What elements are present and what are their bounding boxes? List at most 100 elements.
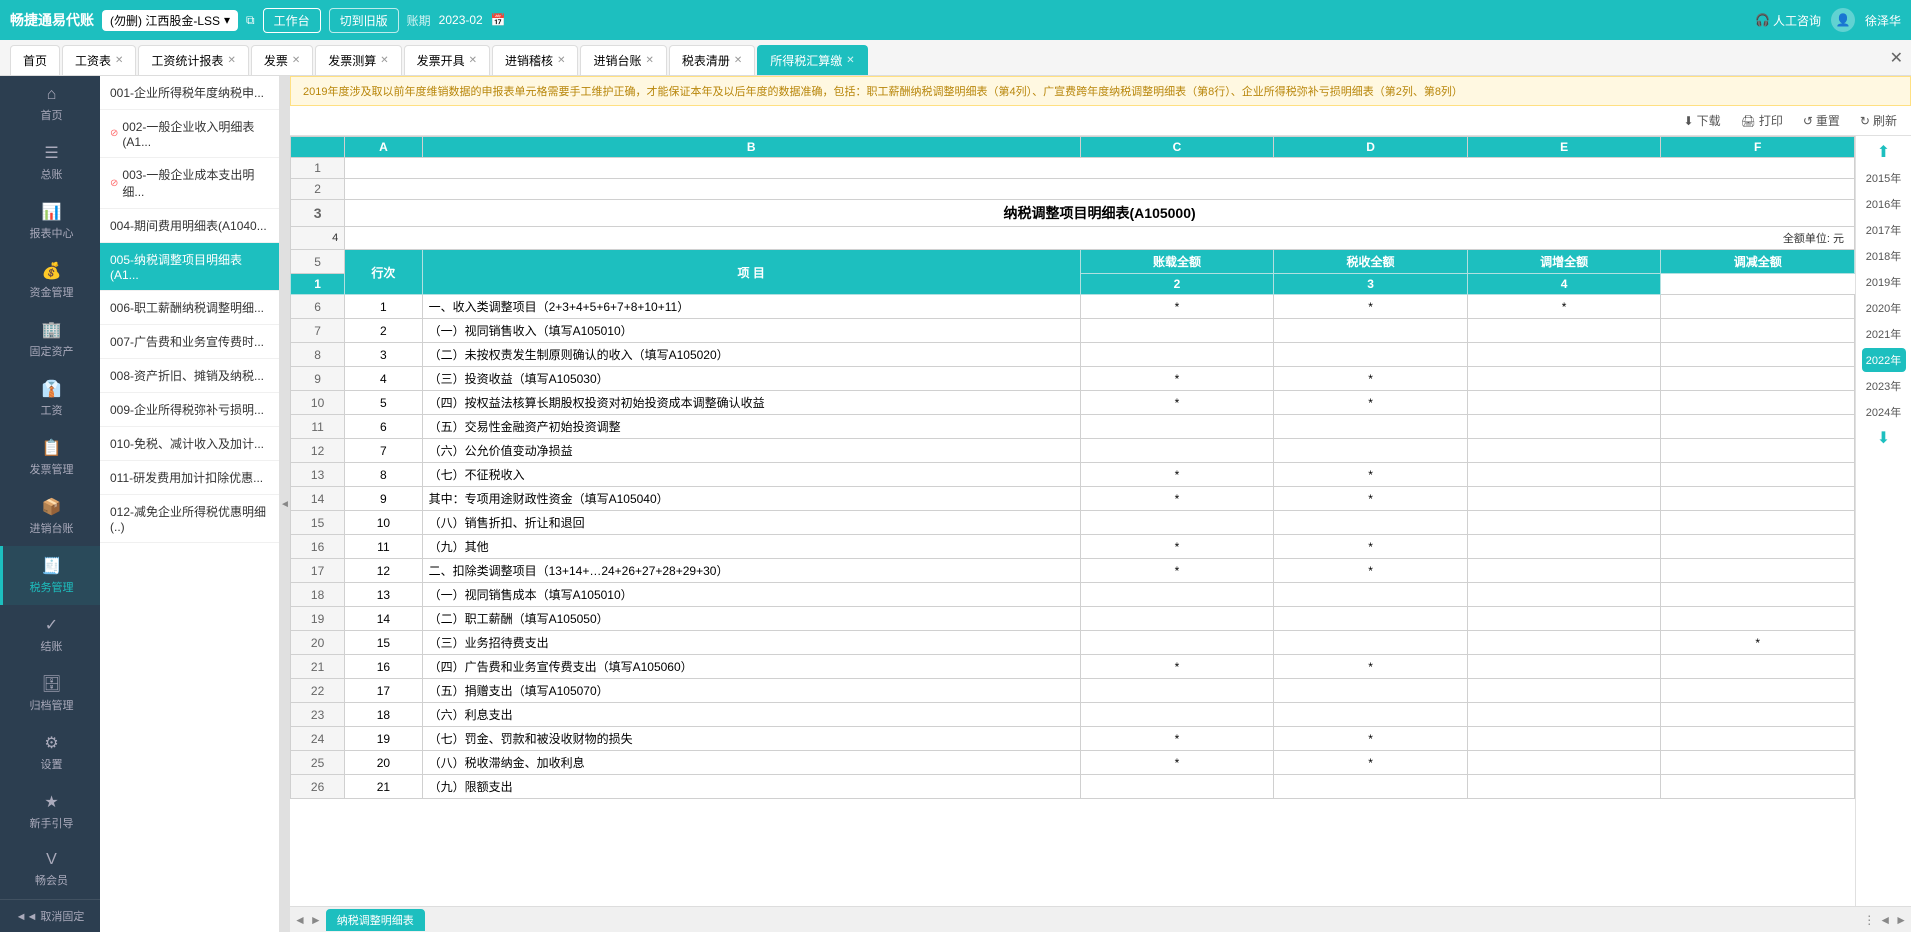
- row-label[interactable]: （九）限额支出: [422, 775, 1080, 799]
- navtab[interactable]: 进销稽核✕: [492, 45, 578, 75]
- cell-c3[interactable]: [1467, 367, 1661, 391]
- sidebar-item-member[interactable]: V 畅会员: [0, 841, 100, 898]
- cell-c2[interactable]: [1274, 415, 1468, 439]
- year-item[interactable]: 2017年: [1862, 218, 1906, 242]
- year-item[interactable]: 2019年: [1862, 270, 1906, 294]
- support-btn[interactable]: 🎧人工咨询: [1755, 12, 1821, 29]
- sidebar-item-report[interactable]: 📊 报表中心: [0, 192, 100, 251]
- cell-c4[interactable]: [1661, 559, 1855, 583]
- doc-item-007[interactable]: 007-广告费和业务宣传费时...: [100, 325, 279, 359]
- cell-c3[interactable]: [1467, 487, 1661, 511]
- navtab[interactable]: 进销台账✕: [580, 45, 666, 75]
- tab-nav-prev[interactable]: ◄: [294, 913, 306, 927]
- navtab[interactable]: 工资表✕: [62, 45, 136, 75]
- cell-c2[interactable]: *: [1274, 487, 1468, 511]
- cell-c1[interactable]: [1080, 631, 1274, 655]
- sidebar-item-ledger[interactable]: ☰ 总账: [0, 133, 100, 192]
- navtabs-close-all[interactable]: ✕: [1882, 48, 1911, 68]
- navtab[interactable]: 发票测算✕: [315, 45, 401, 75]
- navtab[interactable]: 税表清册✕: [669, 45, 755, 75]
- cell-c3[interactable]: [1467, 391, 1661, 415]
- cell-c3[interactable]: [1467, 511, 1661, 535]
- cell-c4[interactable]: [1661, 583, 1855, 607]
- cell-c3[interactable]: [1467, 607, 1661, 631]
- cell-c4[interactable]: [1661, 775, 1855, 799]
- navtab-close-icon[interactable]: ✕: [645, 55, 653, 66]
- navtab[interactable]: 首页: [10, 45, 60, 75]
- doc-item-001[interactable]: 001-企业所得税年度纳税申...: [100, 76, 279, 110]
- navtab[interactable]: 发票开具✕: [404, 45, 490, 75]
- cell-c1[interactable]: *: [1080, 391, 1274, 415]
- cell-c1[interactable]: [1080, 319, 1274, 343]
- cell-c4[interactable]: [1661, 535, 1855, 559]
- navtab-close-icon[interactable]: ✕: [469, 55, 477, 66]
- navtab[interactable]: 发票✕: [251, 45, 313, 75]
- reset-button[interactable]: ↺ 重置: [1797, 110, 1846, 131]
- doc-item-004[interactable]: 004-期间费用明细表(A1040...: [100, 209, 279, 243]
- year-item[interactable]: 2016年: [1862, 192, 1906, 216]
- doc-item-002[interactable]: ⊘002-一般企业收入明细表(A1...: [100, 110, 279, 158]
- cell-c4[interactable]: *: [1661, 631, 1855, 655]
- cell-c4[interactable]: [1661, 679, 1855, 703]
- sidebar-item-close[interactable]: ✓ 结账: [0, 605, 100, 664]
- cell-c2[interactable]: [1274, 775, 1468, 799]
- cell-c4[interactable]: [1661, 703, 1855, 727]
- year-item[interactable]: 2021年: [1862, 322, 1906, 346]
- cell-c3[interactable]: *: [1467, 295, 1661, 319]
- cell-c2[interactable]: *: [1274, 391, 1468, 415]
- row-label[interactable]: （二）未按权责发生制原则确认的收入（填写A105020）: [422, 343, 1080, 367]
- year-item[interactable]: 2022年: [1862, 348, 1906, 372]
- copy-icon[interactable]: ⧉: [246, 13, 255, 28]
- cell-c1[interactable]: [1080, 775, 1274, 799]
- workdesk-button[interactable]: 工作台: [263, 8, 321, 33]
- doc-item-006[interactable]: 006-职工薪酬纳税调整明细...: [100, 291, 279, 325]
- cell-c2[interactable]: *: [1274, 463, 1468, 487]
- row-label[interactable]: 二、扣除类调整项目（13+14+…24+26+27+28+29+30）: [422, 559, 1080, 583]
- cell-c3[interactable]: [1467, 775, 1661, 799]
- cell-c2[interactable]: *: [1274, 367, 1468, 391]
- cell-c4[interactable]: [1661, 655, 1855, 679]
- cell-c4[interactable]: [1661, 487, 1855, 511]
- navtab-close-icon[interactable]: ✕: [292, 55, 300, 66]
- sidebar-item-fixed[interactable]: 🏢 固定资产: [0, 310, 100, 369]
- sheet-tab-item[interactable]: 纳税调整明细表: [326, 909, 425, 931]
- cell-c2[interactable]: *: [1274, 751, 1468, 775]
- row-label[interactable]: （二）职工薪酬（填写A105050）: [422, 607, 1080, 631]
- avatar[interactable]: 👤: [1831, 8, 1855, 32]
- cell-c2[interactable]: [1274, 607, 1468, 631]
- year-item[interactable]: 2018年: [1862, 244, 1906, 268]
- sidebar-item-asset[interactable]: 💰 资金管理: [0, 251, 100, 310]
- cell-c1[interactable]: [1080, 439, 1274, 463]
- cell-c1[interactable]: *: [1080, 727, 1274, 751]
- cell-c4[interactable]: [1661, 319, 1855, 343]
- cell-c2[interactable]: *: [1274, 727, 1468, 751]
- row-label[interactable]: 一、收入类调整项目（2+3+4+5+6+7+8+10+11）: [422, 295, 1080, 319]
- navtab-close-icon[interactable]: ✕: [380, 55, 388, 66]
- sidebar-item-home[interactable]: ⌂ 首页: [0, 76, 100, 133]
- cell-c3[interactable]: [1467, 751, 1661, 775]
- navtab-close-icon[interactable]: ✕: [846, 55, 854, 66]
- cell-c3[interactable]: [1467, 655, 1661, 679]
- cell-c3[interactable]: [1467, 415, 1661, 439]
- cell-c3[interactable]: [1467, 727, 1661, 751]
- sidebar-item-settings[interactable]: ⚙ 设置: [0, 723, 100, 782]
- sidebar-item-purchase[interactable]: 📦 进销台账: [0, 487, 100, 546]
- sidebar-item-invoice[interactable]: 📋 发票管理: [0, 428, 100, 487]
- navtab-close-icon[interactable]: ✕: [227, 55, 235, 66]
- sidebar-item-archive[interactable]: 🗄 归档管理: [0, 664, 100, 723]
- cell-c4[interactable]: [1661, 607, 1855, 631]
- cell-c2[interactable]: [1274, 319, 1468, 343]
- cell-c4[interactable]: [1661, 439, 1855, 463]
- row-label[interactable]: （三）投资收益（填写A105030）: [422, 367, 1080, 391]
- cell-c3[interactable]: [1467, 463, 1661, 487]
- year-item[interactable]: 2024年: [1862, 400, 1906, 424]
- cell-c4[interactable]: [1661, 463, 1855, 487]
- row-label[interactable]: （九）其他: [422, 535, 1080, 559]
- row-label[interactable]: （五）捐赠支出（填写A105070）: [422, 679, 1080, 703]
- cell[interactable]: [345, 158, 1855, 179]
- doc-item-008[interactable]: 008-资产折旧、摊销及纳税...: [100, 359, 279, 393]
- cell-c3[interactable]: [1467, 679, 1661, 703]
- cell-c2[interactable]: *: [1274, 655, 1468, 679]
- row-label[interactable]: （四）广告费和业务宣传费支出（填写A105060）: [422, 655, 1080, 679]
- cell-c2[interactable]: *: [1274, 295, 1468, 319]
